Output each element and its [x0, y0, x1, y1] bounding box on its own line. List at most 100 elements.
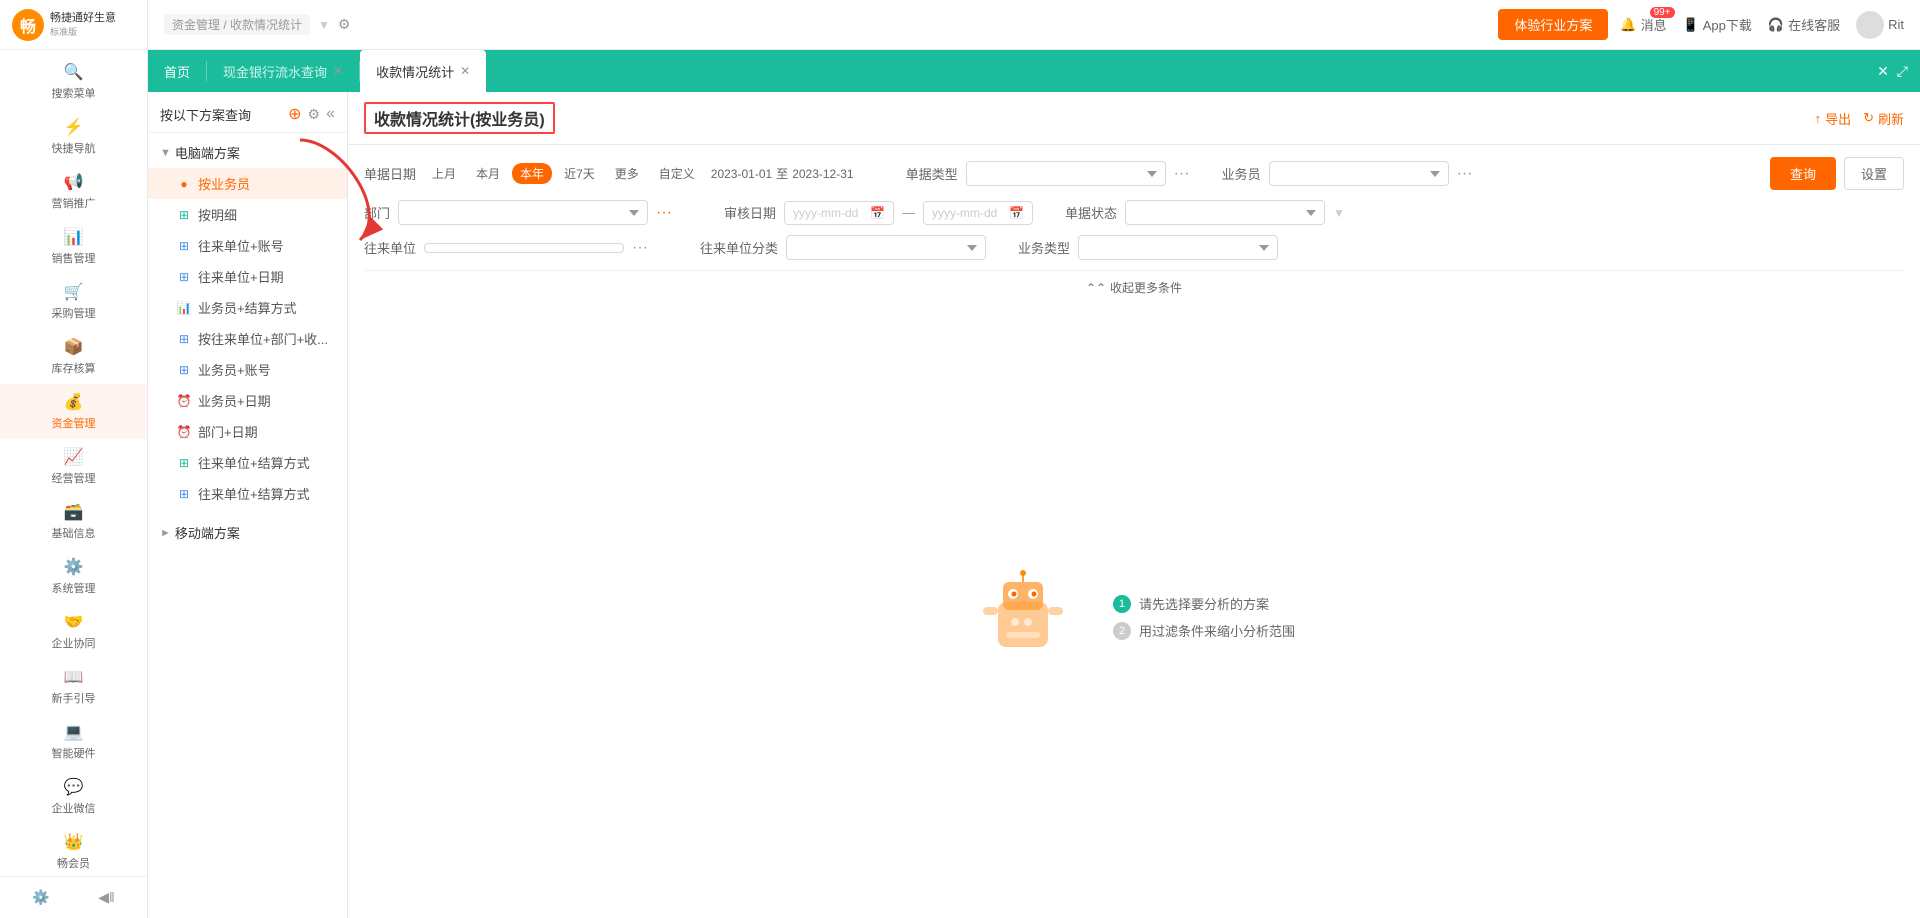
- close-window-icon[interactable]: ✕: [1877, 63, 1889, 80]
- partner-input[interactable]: [424, 243, 624, 253]
- settings-footer-btn[interactable]: ⚙️: [28, 885, 53, 910]
- sidebar-item-wechat[interactable]: 💬 企业微信: [0, 769, 147, 824]
- sidebar-item-hardware[interactable]: 💻 智能硬件: [0, 714, 147, 769]
- setting-button[interactable]: 设置: [1844, 157, 1904, 190]
- headset-icon: 🎧: [1768, 17, 1784, 33]
- scheme-item-dept-date[interactable]: ⏰ 部门+日期: [148, 416, 347, 447]
- calendar-icon-end: 📅: [1009, 206, 1024, 220]
- sidebar-item-basic-info[interactable]: 🗃️ 基础信息: [0, 494, 147, 549]
- salesperson-date-icon: ⏰: [176, 393, 192, 409]
- tab-bank-flow[interactable]: 现金银行流水查询 ✕: [207, 50, 359, 92]
- partner-category-select[interactable]: [786, 235, 986, 260]
- business-type-select[interactable]: [1078, 235, 1278, 260]
- sidebar-item-enterprise[interactable]: 🤝 企业协同: [0, 604, 147, 659]
- query-button[interactable]: 查询: [1770, 157, 1836, 190]
- search-menu-icon: 🔍: [64, 62, 84, 82]
- scheme-settings-icon[interactable]: ⚙: [308, 106, 321, 123]
- enterprise-icon: 🤝: [64, 612, 84, 632]
- doc-type-more-icon[interactable]: ···: [1174, 165, 1190, 183]
- review-date-label: 审核日期: [724, 203, 776, 222]
- sidebar-footer: ⚙️ ◀‖: [0, 876, 147, 918]
- tab-collection-stats[interactable]: 收款情况统计 ✕: [360, 50, 486, 92]
- scheme-item-partner-date[interactable]: ⊞ 往来单位+日期: [148, 261, 347, 292]
- tab-bank-flow-close[interactable]: ✕: [333, 64, 343, 78]
- partner-more-icon[interactable]: ···: [632, 239, 648, 257]
- doc-status-select-wrapper: [1125, 200, 1325, 225]
- robot-svg: [973, 567, 1073, 667]
- add-scheme-icon[interactable]: ⊕: [288, 104, 301, 124]
- step-2-text: 用过滤条件来缩小分析范围: [1139, 621, 1295, 640]
- refresh-button[interactable]: ↻ 刷新: [1863, 109, 1904, 128]
- app-download-action[interactable]: 📱 App下载: [1683, 15, 1752, 34]
- dept-select-wrapper: [398, 200, 648, 225]
- user-avatar[interactable]: Rit: [1856, 11, 1904, 39]
- salesperson-select[interactable]: [1269, 161, 1449, 186]
- sidebar-item-inventory[interactable]: 📦 库存核算: [0, 329, 147, 384]
- date-tab-this-year[interactable]: 本年: [512, 163, 552, 184]
- main-area: 资金管理 / 收款情况统计 ▼ ⚙ 体验行业方案 🔔 消息 99+ 📱 App下…: [148, 0, 1920, 918]
- sidebar-item-quick-nav[interactable]: ⚡ 快捷导航: [0, 109, 147, 164]
- sidebar-item-guide[interactable]: 📖 新手引导: [0, 659, 147, 714]
- logo-icon: 畅: [12, 9, 44, 41]
- sidebar-item-finance[interactable]: 💰 资金管理: [0, 384, 147, 439]
- dept-filter-item: 部门 ···: [364, 200, 672, 225]
- date-tab-custom[interactable]: 自定义: [651, 163, 703, 184]
- review-date-start-input[interactable]: yyyy-mm-dd 📅: [784, 201, 894, 225]
- empty-steps: 1 请先选择要分析的方案 2 用过滤条件来缩小分析范围: [1113, 594, 1295, 640]
- sidebar-item-search-menu[interactable]: 🔍 搜索菜单: [0, 54, 147, 109]
- messages-action[interactable]: 🔔 消息 99+: [1620, 15, 1666, 34]
- tab-home[interactable]: 首页: [148, 50, 206, 92]
- dept-select[interactable]: [398, 200, 648, 225]
- empty-step-1: 1 请先选择要分析的方案: [1113, 594, 1295, 613]
- collapse-button[interactable]: ⌃⌃ 收起更多条件: [1086, 279, 1182, 296]
- empty-state: 1 请先选择要分析的方案 2 用过滤条件来缩小分析范围: [348, 316, 1920, 918]
- sidebar-item-purchase[interactable]: 🛒 采购管理: [0, 274, 147, 329]
- scheme-item-partner-method2[interactable]: ⊞ 往来单位+结算方式: [148, 478, 347, 509]
- header-actions: 🔔 消息 99+ 📱 App下载 🎧 在线客服 Rit: [1620, 11, 1904, 39]
- scheme-item-partner-dept[interactable]: ⊞ 按往来单位+部门+收...: [148, 323, 347, 354]
- scheme-item-partner-account[interactable]: ⊞ 往来单位+账号: [148, 230, 347, 261]
- sidebar-item-system[interactable]: ⚙️ 系统管理: [0, 549, 147, 604]
- doc-type-select[interactable]: [966, 161, 1166, 186]
- sidebar-item-marketing[interactable]: 📢 营销推广: [0, 164, 147, 219]
- sidebar-item-sales[interactable]: 📊 销售管理: [0, 219, 147, 274]
- export-button[interactable]: ↑ 导出: [1815, 109, 1852, 128]
- sidebar: 畅 畅捷通好生意 标准版 🔍 搜索菜单 ⚡ 快捷导航 📢 营销推广 📊 销售管理…: [0, 0, 148, 918]
- date-tab-7days[interactable]: 近7天: [556, 163, 603, 184]
- scheme-item-salesperson-date[interactable]: ⏰ 业务员+日期: [148, 385, 347, 416]
- scheme-item-salesperson-account[interactable]: ⊞ 业务员+账号: [148, 354, 347, 385]
- doc-status-filter-item: 单据状态 ▼: [1065, 200, 1345, 225]
- left-panel: 按以下方案查询 ⊕ ⚙ « ▼ 电脑端方案 ● 按业务员 ⊞: [148, 92, 348, 918]
- review-date-end-input[interactable]: yyyy-mm-dd 📅: [923, 201, 1033, 225]
- tab-collection-stats-close[interactable]: ✕: [460, 64, 470, 78]
- avatar: [1856, 11, 1884, 39]
- basic-info-icon: 🗃️: [64, 502, 84, 522]
- date-tab-last-month[interactable]: 上月: [424, 163, 464, 184]
- online-service-action[interactable]: 🎧 在线客服: [1768, 15, 1840, 34]
- inventory-icon: 📦: [64, 337, 84, 357]
- maximize-window-icon[interactable]: ⤢: [1897, 63, 1908, 80]
- collapse-left-panel-icon[interactable]: «: [326, 105, 335, 123]
- sidebar-item-member[interactable]: 👑 畅会员: [0, 824, 147, 876]
- filter-row-1: 单据日期 上月 本月 本年 近7天 更多 自定义 2023-01-01 至: [364, 157, 1904, 190]
- collapse-sidebar-btn[interactable]: ◀‖: [94, 885, 119, 910]
- desktop-scheme-group-header[interactable]: ▼ 电脑端方案: [148, 137, 347, 168]
- breadcrumb-dropdown-icon[interactable]: ▼: [318, 18, 330, 32]
- dept-more-icon[interactable]: ···: [656, 204, 672, 222]
- scheme-item-partner-method1[interactable]: ⊞ 往来单位+结算方式: [148, 447, 347, 478]
- settings-gear-icon[interactable]: ⚙: [338, 16, 351, 33]
- date-tab-more[interactable]: 更多: [607, 163, 647, 184]
- scheme-item-by-salesperson[interactable]: ● 按业务员: [148, 168, 347, 199]
- business-type-label: 业务类型: [1018, 238, 1070, 257]
- trial-button[interactable]: 体验行业方案: [1498, 9, 1608, 40]
- sidebar-item-operations[interactable]: 📈 经营管理: [0, 439, 147, 494]
- scheme-item-salesperson-method[interactable]: 📊 业务员+结算方式: [148, 292, 347, 323]
- left-panel-header: 按以下方案查询 ⊕ ⚙ «: [148, 92, 347, 133]
- doc-status-select[interactable]: [1125, 200, 1325, 225]
- purchase-icon: 🛒: [64, 282, 84, 302]
- scheme-item-by-detail[interactable]: ⊞ 按明细: [148, 199, 347, 230]
- salesperson-more-icon[interactable]: ···: [1457, 165, 1473, 183]
- date-tab-this-month[interactable]: 本月: [468, 163, 508, 184]
- mobile-scheme-group-header[interactable]: ▼ 移动端方案: [148, 517, 347, 548]
- tab-bar-actions: ✕ ⤢: [1877, 63, 1920, 80]
